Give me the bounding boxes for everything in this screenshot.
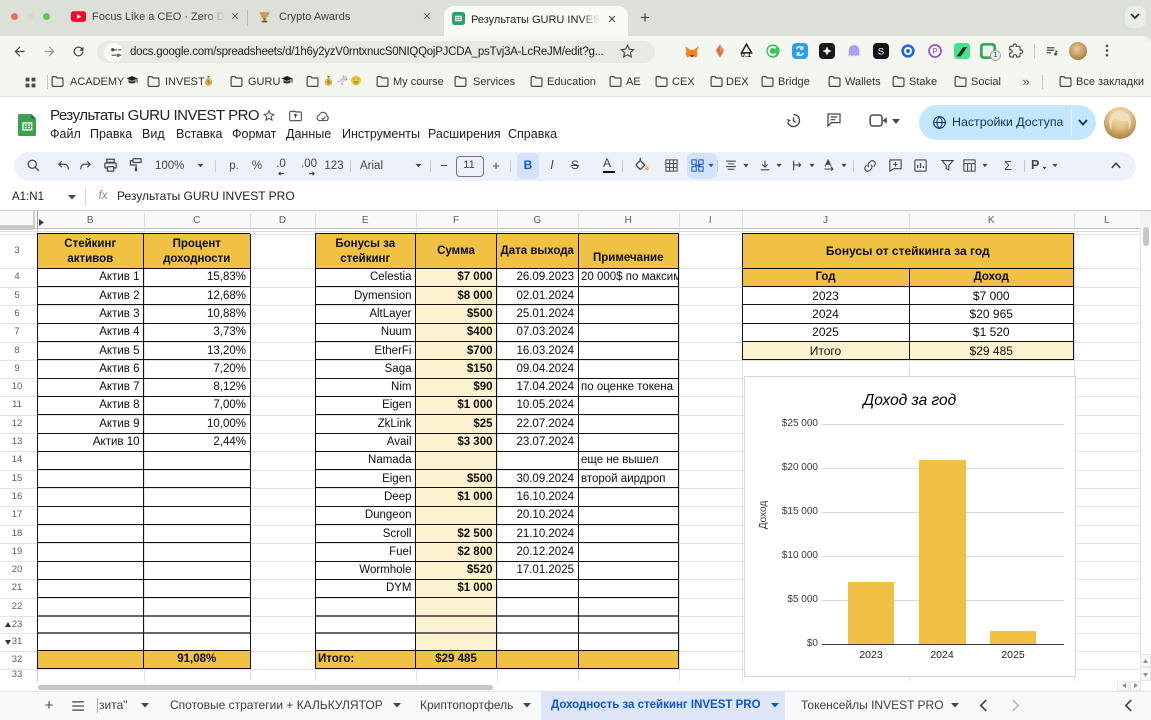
svg-text:S: S: [878, 46, 884, 56]
svg-text:P: P: [932, 47, 937, 56]
